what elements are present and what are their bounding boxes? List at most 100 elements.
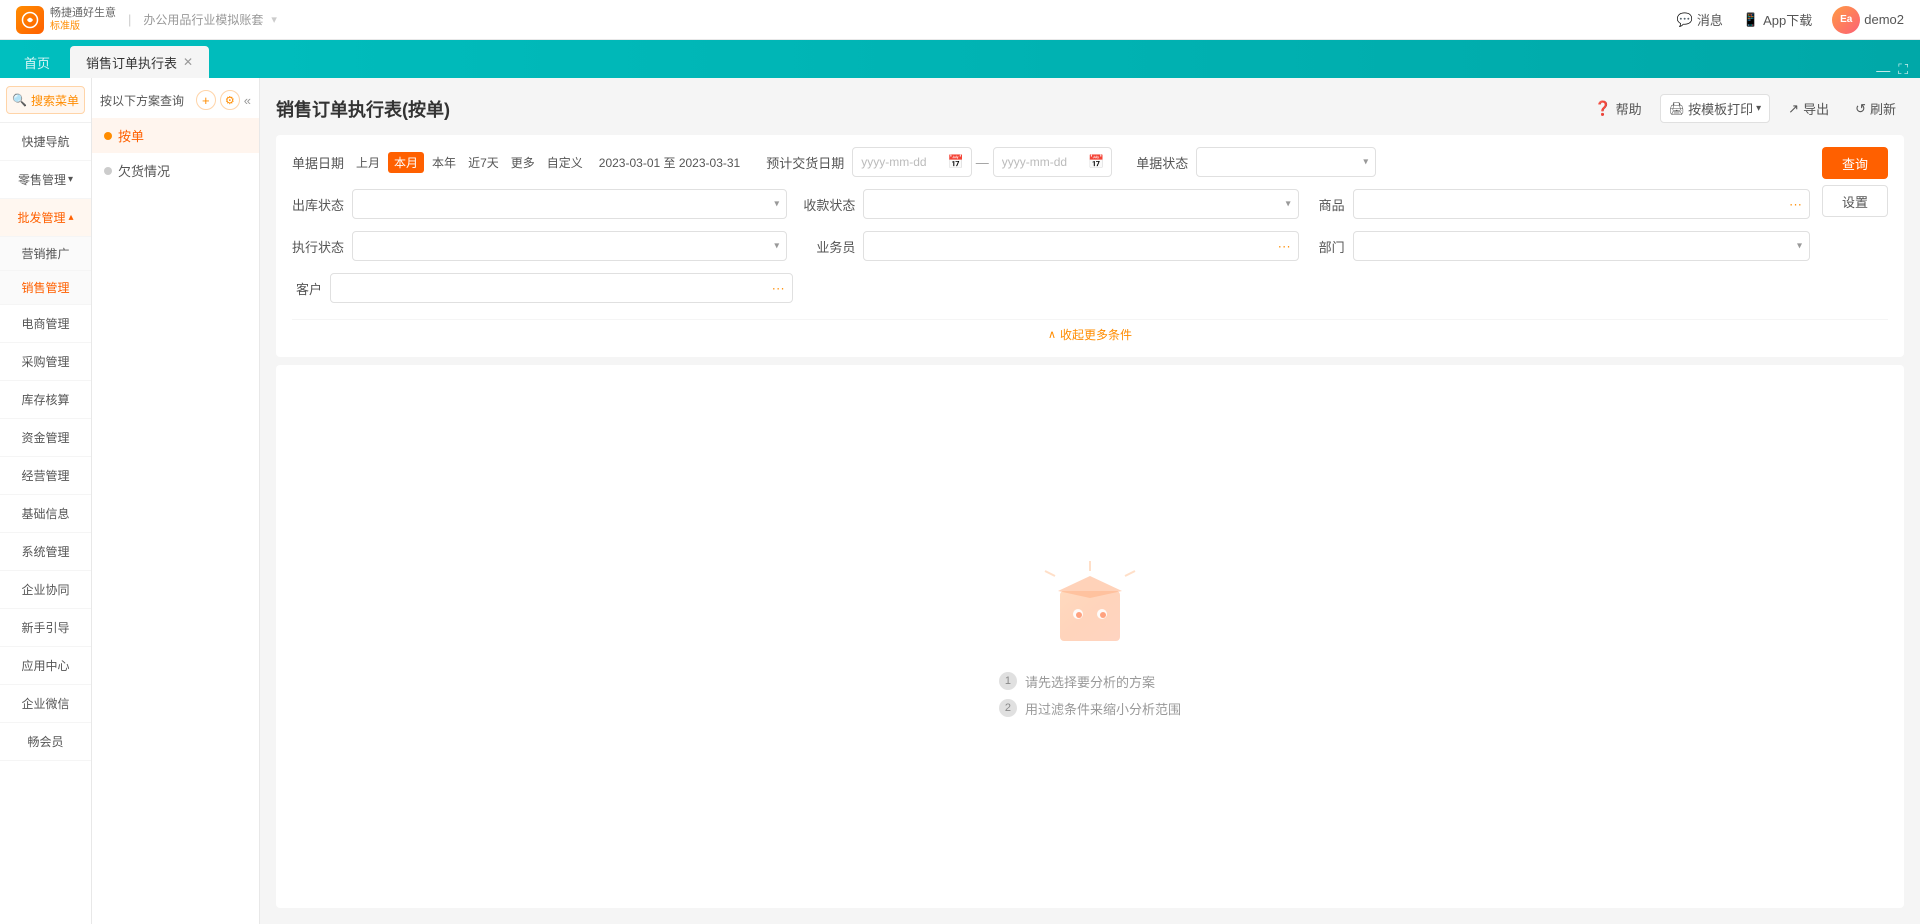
app-download-btn[interactable]: 📱 App下载	[1743, 10, 1812, 29]
customer-input[interactable]	[330, 273, 793, 303]
product-input[interactable]	[1353, 189, 1810, 219]
date-separator: —	[976, 155, 989, 170]
search-icon: 🔍	[12, 93, 27, 107]
dept-select[interactable]	[1353, 231, 1810, 261]
calendar-from-icon[interactable]: 📅	[948, 154, 964, 170]
print-chevron-icon: ▾	[1756, 103, 1761, 114]
top-bar: 畅捷通好生意 标准版 | 办公用品行业模拟账套 ▾ 💬 消息 📱 App下载 E…	[0, 0, 1920, 40]
sidebar-item-wholesale[interactable]: 批发管理 ▴	[0, 199, 91, 237]
exec-status-control: ▾	[352, 231, 787, 261]
tip-num-2: 2	[999, 699, 1017, 717]
content-area: 按以下方案查询 + ⚙ « 按单	[92, 78, 1920, 924]
sidebar-item-enterprise[interactable]: 企业协同	[0, 571, 91, 609]
sidebar-item-operations[interactable]: 经营管理	[0, 457, 91, 495]
sidebar-sub-item-sales[interactable]: 销售管理	[0, 271, 91, 305]
left-panel-item-by-single[interactable]: 按单	[92, 118, 259, 153]
status-label: 单据状态	[1136, 153, 1188, 172]
status-select-wrap: ▾	[1196, 147, 1376, 177]
search-menu-btn[interactable]: 🔍 搜索菜单	[6, 86, 85, 114]
out-status-control: ▾	[352, 189, 787, 219]
filter-row-2: 出库状态 ▾ 收款状态	[292, 189, 1810, 219]
date-shortcut-this-year[interactable]: 本年	[428, 152, 460, 173]
search-btn[interactable]: 查询	[1822, 147, 1888, 179]
left-panel-collapse-btn[interactable]: «	[244, 93, 251, 108]
salesperson-filter: 业务员 ···	[803, 231, 1298, 261]
breadcrumb-separator: |	[128, 12, 131, 27]
date-shortcut-more[interactable]: 更多	[507, 152, 539, 173]
product-ellipsis-icon[interactable]: ···	[1789, 197, 1802, 212]
sidebar-item-inventory[interactable]: 库存核算	[0, 381, 91, 419]
top-bar-left: 畅捷通好生意 标准版 | 办公用品行业模拟账套 ▾	[16, 6, 277, 34]
product-filter: 商品 ···	[1315, 189, 1810, 219]
customer-ellipsis-icon[interactable]: ···	[772, 281, 785, 296]
left-panel-add-btn[interactable]: +	[196, 90, 216, 110]
nav-tabs: 首页 销售订单执行表 ✕ — ⛶	[0, 40, 1920, 78]
sidebar-item-enterprise-wx[interactable]: 企业微信	[0, 685, 91, 723]
chevron-up-icon: ▴	[68, 212, 73, 223]
page-header-actions: ❓ 帮助 🖨 按模板打印 ▾ ↗ 导出 ↺	[1586, 94, 1904, 123]
collapse-more-btn[interactable]: ∧ 收起更多条件	[292, 319, 1888, 345]
date-shortcut-custom[interactable]: 自定义	[543, 152, 587, 173]
dept-filter: 部门 ▾	[1315, 231, 1810, 261]
status-select[interactable]	[1196, 147, 1376, 177]
export-btn[interactable]: ↗ 导出	[1780, 95, 1837, 122]
tab-close-icon[interactable]: ✕	[183, 55, 193, 69]
item-dot-gray	[104, 167, 112, 175]
tab-actions: — ⛶	[1864, 61, 1920, 78]
date-range-display: 2023-03-01 至 2023-03-31	[599, 154, 740, 171]
page-title: 销售订单执行表(按单)	[276, 96, 450, 122]
content-inner: 按以下方案查询 + ⚙ « 按单	[92, 78, 1920, 924]
left-panel-header: 按以下方案查询 + ⚙ «	[92, 86, 259, 118]
left-panel-manage-btn[interactable]: ⚙	[220, 90, 240, 110]
exec-status-select[interactable]	[352, 231, 787, 261]
date-shortcut-7days[interactable]: 近7天	[464, 152, 503, 173]
breadcrumb[interactable]: 办公用品行业模拟账套	[143, 11, 263, 28]
product-control: ···	[1353, 189, 1810, 219]
salesperson-control: ···	[863, 231, 1298, 261]
salesperson-ellipsis-icon[interactable]: ···	[1278, 239, 1291, 254]
sidebar-sub-item-marketing[interactable]: 营销推广	[0, 237, 91, 271]
left-panel-item-by-debt[interactable]: 欠货情况	[92, 153, 259, 188]
exec-status-filter: 执行状态 ▾	[292, 231, 787, 261]
breadcrumb-arrow[interactable]: ▾	[271, 13, 277, 26]
print-btn[interactable]: 🖨 按模板打印 ▾	[1660, 94, 1771, 123]
out-status-select[interactable]	[352, 189, 787, 219]
message-btn[interactable]: 💬 消息	[1677, 10, 1723, 29]
left-panel-actions: + ⚙ «	[196, 90, 251, 110]
refresh-icon: ↺	[1855, 101, 1866, 117]
calendar-to-icon[interactable]: 📅	[1088, 154, 1104, 170]
minimize-icon[interactable]: —	[1876, 62, 1890, 78]
date-shortcut-this-month[interactable]: 本月	[388, 152, 424, 173]
sidebar-item-retail[interactable]: 零售管理 ▾	[0, 161, 91, 199]
sidebar-item-ecommerce[interactable]: 电商管理	[0, 305, 91, 343]
sidebar-item-purchase[interactable]: 采购管理	[0, 343, 91, 381]
left-panel: 按以下方案查询 + ⚙ « 按单	[92, 78, 260, 924]
user-profile[interactable]: Ea demo2	[1832, 6, 1904, 34]
page-header: 销售订单执行表(按单) ❓ 帮助 🖨 按模板打印 ▾ ↗	[276, 94, 1904, 123]
main-layout: 🔍 搜索菜单 快捷导航 零售管理 ▾ 批发管理 ▴ 营销推广 销售管理 电商管理…	[0, 78, 1920, 924]
date-shortcut-last-month[interactable]: 上月	[352, 152, 384, 173]
help-icon: ❓	[1594, 100, 1611, 117]
customer-label: 客户	[292, 279, 322, 298]
refresh-btn[interactable]: ↺ 刷新	[1847, 95, 1904, 122]
expected-date-range: 📅 — 📅	[852, 147, 1112, 177]
sidebar-item-finance[interactable]: 资金管理	[0, 419, 91, 457]
tab-sales-exec[interactable]: 销售订单执行表 ✕	[70, 46, 209, 78]
tab-home[interactable]: 首页	[8, 46, 66, 78]
collect-status-select[interactable]	[863, 189, 1298, 219]
sidebar-item-basic-info[interactable]: 基础信息	[0, 495, 91, 533]
customer-control: ···	[330, 273, 793, 303]
sidebar-item-new-guide[interactable]: 新手引导	[0, 609, 91, 647]
top-bar-right: 💬 消息 📱 App下载 Ea demo2	[1677, 6, 1904, 34]
sidebar-item-app-center[interactable]: 应用中心	[0, 647, 91, 685]
maximize-icon[interactable]: ⛶	[1898, 61, 1908, 78]
sidebar-item-quick-nav[interactable]: 快捷导航	[0, 123, 91, 161]
export-icon: ↗	[1788, 101, 1799, 117]
sidebar-item-member[interactable]: 畅会员	[0, 723, 91, 761]
help-btn[interactable]: ❓ 帮助	[1586, 95, 1649, 122]
reset-btn[interactable]: 设置	[1822, 185, 1888, 217]
salesperson-label: 业务员	[803, 237, 855, 256]
sidebar-item-system[interactable]: 系统管理	[0, 533, 91, 571]
filter-row-1: 单据日期 上月 本月 本年 近7天 更多 自定义	[292, 147, 1810, 177]
salesperson-input[interactable]	[863, 231, 1298, 261]
